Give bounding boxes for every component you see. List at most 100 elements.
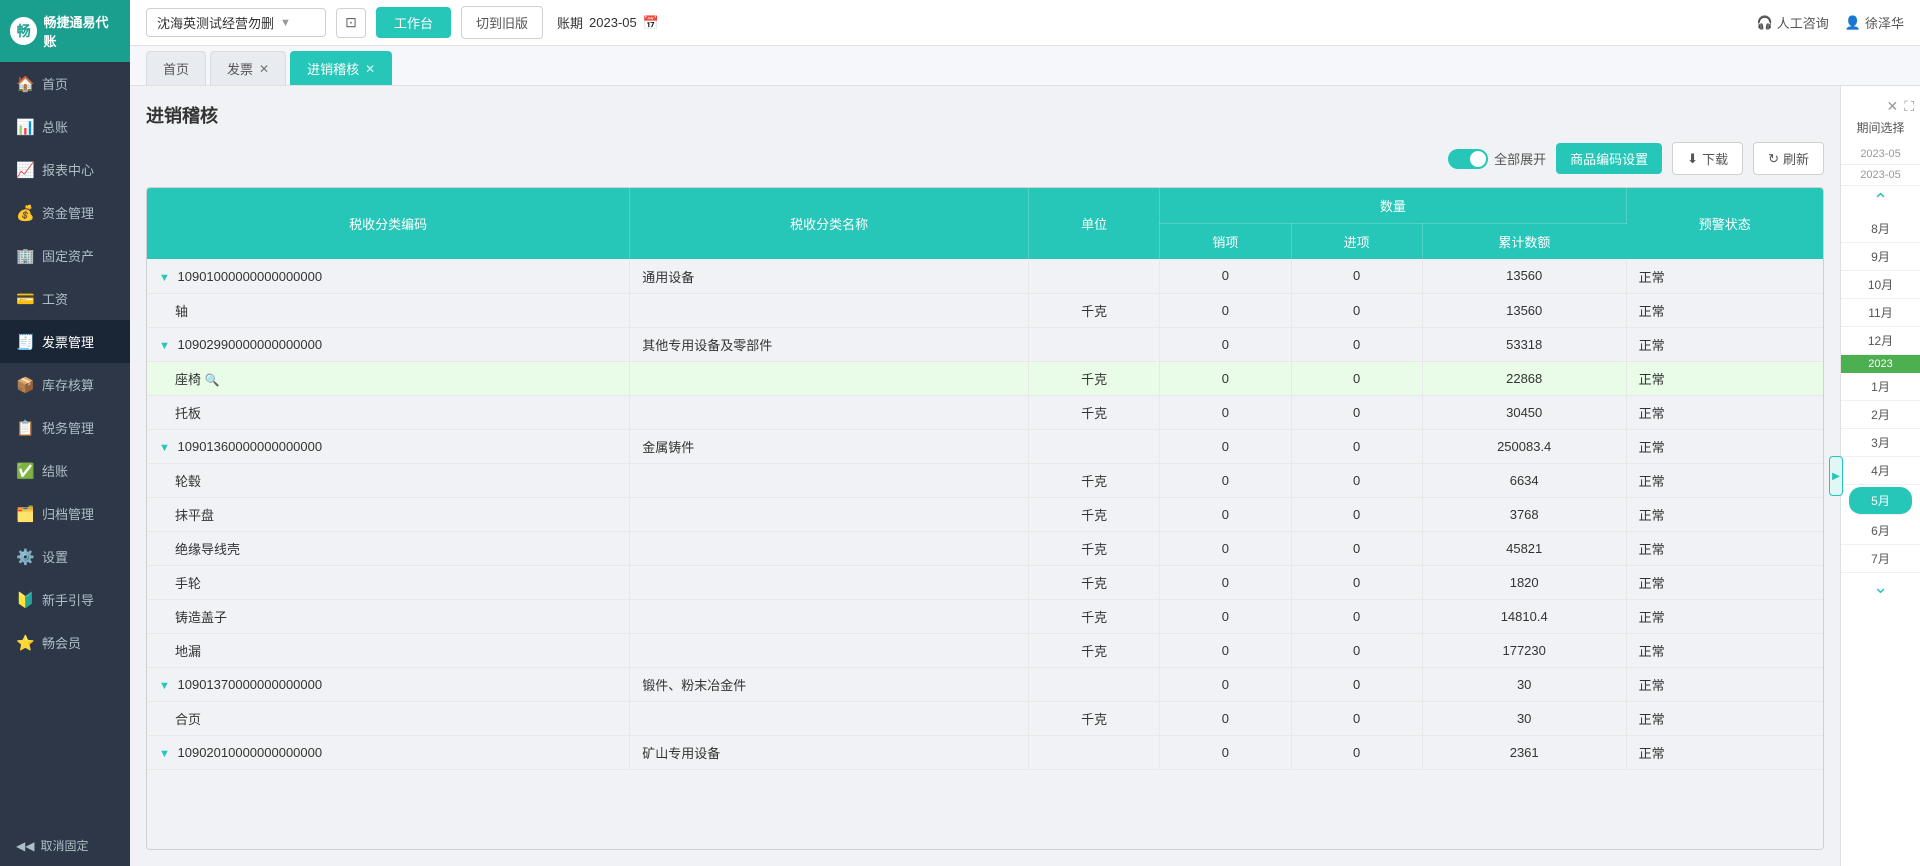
cell-total: 30450 <box>1422 395 1626 429</box>
sidebar-item-home[interactable]: 🏠 首页 <box>0 62 130 105</box>
sidebar-item-invoice-label: 发票管理 <box>42 332 94 351</box>
tab-invoice[interactable]: 发票 ✕ <box>210 51 286 85</box>
sidebar-item-payroll[interactable]: 💳 工资 <box>0 277 130 320</box>
calendar-icon[interactable]: 📅 <box>643 15 659 31</box>
scroll-down-icon[interactable]: ⌄ <box>1869 573 1892 602</box>
panel-close-icon[interactable]: ✕ <box>1886 98 1898 115</box>
customer-service-btn[interactable]: 🎧 人工咨询 <box>1757 13 1829 32</box>
month-8[interactable]: 8月 <box>1841 215 1920 243</box>
cell-unit <box>1029 259 1160 293</box>
cell-unit <box>1029 735 1160 769</box>
sidebar-item-reports[interactable]: 📈 报表中心 <box>0 148 130 191</box>
th-quantity-group: 数量 <box>1160 188 1626 224</box>
cell-name: 锻件、粉末冶金件 <box>630 667 1029 701</box>
month-11[interactable]: 11月 <box>1841 299 1920 327</box>
table-row: 绝缘导线壳 千克 0 0 45821 正常 <box>147 531 1823 565</box>
sidebar-item-general-ledger[interactable]: 📊 总账 <box>0 105 130 148</box>
cell-sale: 0 <box>1160 463 1291 497</box>
scroll-up-icon[interactable]: ⌃ <box>1869 186 1892 215</box>
tab-home[interactable]: 首页 <box>146 51 206 85</box>
switch-version-button[interactable]: 切到旧版 <box>461 6 543 39</box>
cell-name <box>630 463 1029 497</box>
cell-status: 正常 <box>1626 463 1823 497</box>
member-icon: ⭐ <box>16 634 34 652</box>
sidebar-item-funds-label: 资金管理 <box>42 203 94 222</box>
cell-unit: 千克 <box>1029 531 1160 565</box>
cell-unit: 千克 <box>1029 463 1160 497</box>
month-12[interactable]: 12月 <box>1841 327 1920 355</box>
refresh-icon: ↻ <box>1768 151 1779 167</box>
workspace-button[interactable]: 工作台 <box>376 7 451 38</box>
cell-sale: 0 <box>1160 735 1291 769</box>
sidebar: 畅 畅捷通易代账 🏠 首页 📊 总账 📈 报表中心 💰 资金管理 🏢 固定资产 … <box>0 0 130 866</box>
sidebar-unpin-btn[interactable]: ◀◀ 取消固定 <box>0 825 130 866</box>
sidebar-item-closing-label: 结账 <box>42 461 68 480</box>
cell-name <box>630 633 1029 667</box>
product-code-btn[interactable]: 商品编码设置 <box>1556 143 1662 174</box>
month-3[interactable]: 3月 <box>1841 429 1920 457</box>
cell-code: 绝缘导线壳 <box>147 531 630 565</box>
cell-sale: 0 <box>1160 565 1291 599</box>
sidebar-item-member[interactable]: ⭐ 畅会员 <box>0 621 130 664</box>
cell-sale: 0 <box>1160 599 1291 633</box>
month-2[interactable]: 2月 <box>1841 401 1920 429</box>
cell-total: 1820 <box>1422 565 1626 599</box>
archive-button[interactable]: ⊡ <box>336 8 366 38</box>
cell-purchase: 0 <box>1291 565 1422 599</box>
tab-reconciliation-close[interactable]: ✕ <box>365 62 375 76</box>
table-row: 铸造盖子 千克 0 0 14810.4 正常 <box>147 599 1823 633</box>
cell-name: 金属铸件 <box>630 429 1029 463</box>
expand-icon[interactable]: ▼ <box>159 748 170 760</box>
month-4[interactable]: 4月 <box>1841 457 1920 485</box>
cell-sale: 0 <box>1160 361 1291 395</box>
refresh-btn[interactable]: ↻ 刷新 <box>1753 142 1824 175</box>
tab-reconciliation[interactable]: 进销稽核 ✕ <box>290 51 392 85</box>
sidebar-item-closing[interactable]: ✅ 结账 <box>0 449 130 492</box>
toggle-expand-all[interactable]: 全部展开 <box>1448 149 1546 169</box>
cell-code: ▼ 10901370000000000000 <box>147 667 630 701</box>
expand-icon[interactable]: ▼ <box>159 272 170 284</box>
cell-purchase: 0 <box>1291 259 1422 293</box>
content-area: 进销稽核 全部展开 商品编码设置 ⬇ 下载 ↻ 刷新 <box>130 86 1920 866</box>
topbar-right: 🎧 人工咨询 👤 徐泽华 <box>1757 13 1904 32</box>
month-6[interactable]: 6月 <box>1841 517 1920 545</box>
panel-collapse-btn[interactable]: ▶ <box>1829 456 1843 496</box>
period-value: 2023-05 <box>589 15 637 30</box>
cell-name <box>630 565 1029 599</box>
table-row: 抹平盘 千克 0 0 3768 正常 <box>147 497 1823 531</box>
company-selector[interactable]: 沈海英测试经营勿删 ▼ <box>146 8 326 37</box>
sidebar-item-funds[interactable]: 💰 资金管理 <box>0 191 130 234</box>
expand-icon[interactable]: ▼ <box>159 680 170 692</box>
month-9[interactable]: 9月 <box>1841 243 1920 271</box>
download-icon: ⬇ <box>1687 151 1698 167</box>
expand-icon[interactable]: ▼ <box>159 442 170 454</box>
toggle-switch[interactable] <box>1448 149 1488 169</box>
sidebar-item-archive[interactable]: 🗂️ 归档管理 <box>0 492 130 535</box>
expand-icon[interactable]: ▼ <box>159 340 170 352</box>
cell-total: 53318 <box>1422 327 1626 361</box>
cell-code: 托板 <box>147 395 630 429</box>
table-row: ▼ 10901370000000000000 锻件、粉末冶金件 0 0 30 正… <box>147 667 1823 701</box>
panel-expand-icon[interactable]: ⛶ <box>1904 98 1914 115</box>
month-5[interactable]: 5月 <box>1849 487 1912 515</box>
cell-status: 正常 <box>1626 599 1823 633</box>
cell-unit <box>1029 667 1160 701</box>
download-btn[interactable]: ⬇ 下载 <box>1672 142 1743 175</box>
sidebar-item-inventory[interactable]: 📦 库存核算 <box>0 363 130 406</box>
sidebar-item-guide[interactable]: 🔰 新手引导 <box>0 578 130 621</box>
month-1[interactable]: 1月 <box>1841 373 1920 401</box>
cell-name <box>630 293 1029 327</box>
user-profile[interactable]: 👤 徐泽华 <box>1845 13 1904 32</box>
sidebar-item-member-label: 畅会员 <box>42 633 81 652</box>
cell-name <box>630 701 1029 735</box>
cell-total: 250083.4 <box>1422 429 1626 463</box>
sidebar-item-settings[interactable]: ⚙️ 设置 <box>0 535 130 578</box>
sidebar-item-tax[interactable]: 📋 税务管理 <box>0 406 130 449</box>
cell-sale: 0 <box>1160 259 1291 293</box>
sidebar-item-fixed-assets[interactable]: 🏢 固定资产 <box>0 234 130 277</box>
sidebar-item-invoice[interactable]: 🧾 发票管理 <box>0 320 130 363</box>
tab-invoice-close[interactable]: ✕ <box>259 62 269 76</box>
month-10[interactable]: 10月 <box>1841 271 1920 299</box>
cell-purchase: 0 <box>1291 633 1422 667</box>
month-7[interactable]: 7月 <box>1841 545 1920 573</box>
